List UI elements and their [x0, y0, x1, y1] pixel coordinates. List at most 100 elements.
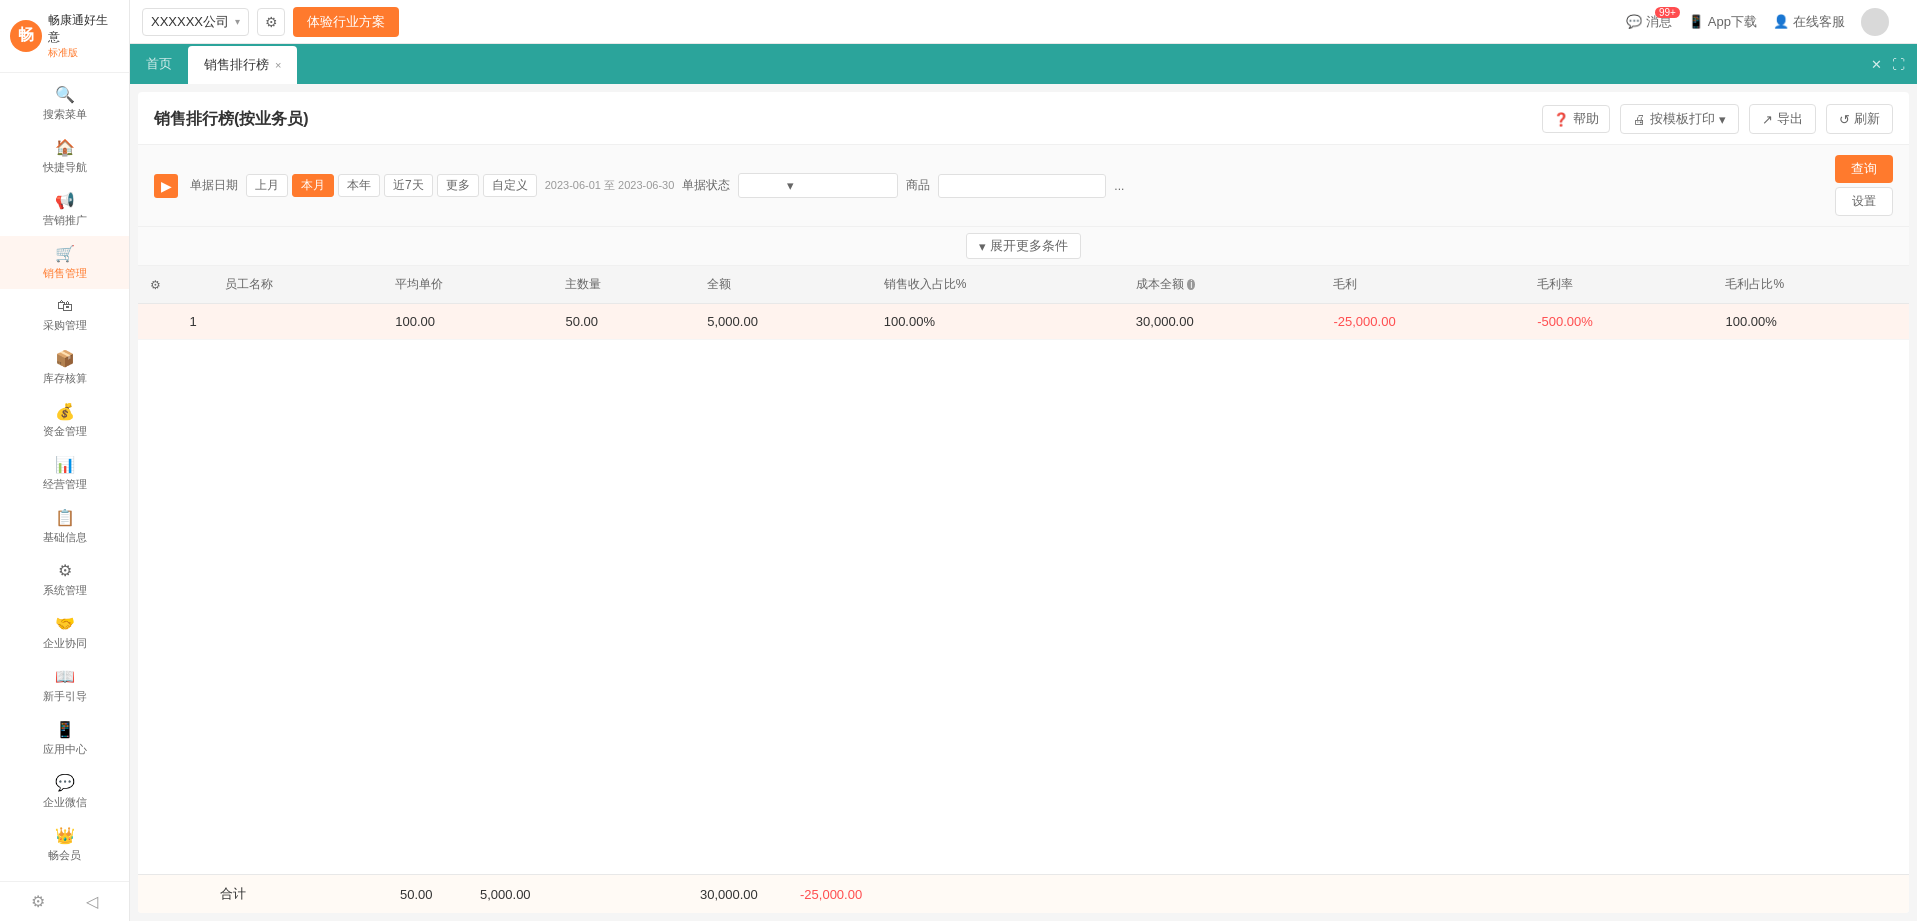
sidebar-label-finance: 资金管理 — [43, 424, 87, 439]
sidebar-item-appcenter[interactable]: 📱 应用中心 — [0, 712, 129, 765]
wechat-icon: 💬 — [55, 773, 75, 792]
expand-conditions-button[interactable]: ▾ 展开更多条件 — [966, 233, 1081, 259]
message-button[interactable]: 💬 99+ 消息 — [1626, 13, 1672, 31]
cell-profit: -25,000.00 — [1321, 304, 1525, 340]
help-button[interactable]: ❓ 帮助 — [1542, 105, 1610, 133]
appcenter-icon: 📱 — [55, 720, 75, 739]
query-button[interactable]: 查询 — [1835, 155, 1893, 183]
date-last-month-btn[interactable]: 上月 — [246, 174, 288, 197]
sidebar-menu: 🔍 搜索菜单 🏠 快捷导航 📢 营销推广 🛒 销售管理 🛍 采购管理 📦 库存核… — [0, 73, 129, 881]
sidebar-label-inventory: 库存核算 — [43, 371, 87, 386]
sidebar-item-marketing[interactable]: 📢 营销推广 — [0, 183, 129, 236]
export-button[interactable]: ↗ 导出 — [1749, 104, 1816, 134]
sidebar-item-guide[interactable]: 📖 新手引导 — [0, 659, 129, 712]
print-chevron-icon: ▾ — [1719, 112, 1726, 127]
sidebar-collapse-icon[interactable]: ◁ — [86, 892, 98, 911]
date-last7-btn[interactable]: 近7天 — [384, 174, 433, 197]
footer-main-qty: 50.00 — [400, 887, 433, 902]
refresh-label: 刷新 — [1854, 110, 1880, 128]
sidebar-item-basics[interactable]: 📋 基础信息 — [0, 500, 129, 553]
page-actions: ❓ 帮助 🖨 按模板打印 ▾ ↗ 导出 ↺ 刷新 — [1542, 104, 1893, 134]
cell-profit-rate: -500.00% — [1525, 304, 1713, 340]
message-badge: 99+ — [1655, 7, 1680, 18]
avatar[interactable] — [1861, 8, 1889, 36]
cell-avg-price: 100.00 — [383, 304, 553, 340]
sidebar-label-wechat: 企业微信 — [43, 795, 87, 810]
print-button[interactable]: 🖨 按模板打印 ▾ — [1620, 104, 1739, 134]
collab-icon: 🤝 — [55, 614, 75, 633]
search-icon: 🔍 — [55, 85, 75, 104]
sidebar-settings-icon[interactable]: ⚙ — [31, 892, 45, 911]
date-custom-btn[interactable]: 自定义 — [483, 174, 537, 197]
sidebar-item-purchase[interactable]: 🛍 采购管理 — [0, 289, 129, 341]
purchase-icon: 🛍 — [57, 297, 73, 315]
sidebar-item-search[interactable]: 🔍 搜索菜单 — [0, 77, 129, 130]
trial-button[interactable]: 体验行业方案 — [293, 7, 399, 37]
footer-profit: -25,000.00 — [800, 887, 862, 902]
app-download-button[interactable]: 📱 App下载 — [1688, 13, 1757, 31]
cell-profit-pct: 100.00% — [1713, 304, 1909, 340]
data-table: ⚙ 员工名称 平均单价 主数量 全额 销售收入占比% 成本全额 i 毛利 毛利率… — [138, 266, 1909, 340]
col-settings[interactable]: ⚙ — [138, 266, 173, 304]
message-icon: 💬 — [1626, 14, 1642, 29]
cell-cost-amount: 30,000.00 — [1124, 304, 1322, 340]
more-conditions-btn[interactable]: ... — [1114, 179, 1124, 193]
finance-icon: 💰 — [55, 402, 75, 421]
sidebar-item-member[interactable]: 👑 畅会员 — [0, 818, 129, 871]
window-expand-icon[interactable]: ⛶ — [1892, 57, 1905, 72]
download-icon: 📱 — [1688, 14, 1704, 29]
sidebar-item-quicknav[interactable]: 🏠 快捷导航 — [0, 130, 129, 183]
settings-gear-button[interactable]: ⚙ — [257, 8, 285, 36]
header-right: 💬 99+ 消息 📱 App下载 👤 在线客服 — [1626, 8, 1905, 36]
company-name: XXXXXX公司 — [151, 13, 229, 31]
date-this-year-btn[interactable]: 本年 — [338, 174, 380, 197]
sidebar-item-system[interactable]: ⚙ 系统管理 — [0, 553, 129, 606]
col-avg-price: 平均单价 — [383, 266, 553, 304]
online-service-label: 在线客服 — [1793, 13, 1845, 31]
cell-settings — [138, 304, 173, 340]
table-container: ⚙ 员工名称 平均单价 主数量 全额 销售收入占比% 成本全额 i 毛利 毛利率… — [138, 266, 1909, 874]
home-icon: 🏠 — [55, 138, 75, 157]
management-icon: 📊 — [55, 455, 75, 474]
sidebar-item-sales[interactable]: 🛒 销售管理 — [0, 236, 129, 289]
app-download-label: App下载 — [1708, 13, 1757, 31]
col-profit: 毛利 — [1321, 266, 1525, 304]
company-selector[interactable]: XXXXXX公司 ▾ — [142, 8, 249, 36]
filter-bar: ▶ 单据日期 上月 本月 本年 近7天 更多 自定义 2023-06-01 至 … — [138, 145, 1909, 227]
filter-expand-button[interactable]: ▶ — [154, 174, 178, 198]
online-service-button[interactable]: 👤 在线客服 — [1773, 13, 1845, 31]
date-group: 上月 本月 本年 近7天 更多 自定义 — [246, 174, 537, 197]
date-this-month-btn[interactable]: 本月 — [292, 174, 334, 197]
cell-main-qty: 50.00 — [553, 304, 695, 340]
filter-right-buttons: 查询 设置 — [1835, 155, 1893, 216]
cell-rank: 1 — [173, 304, 213, 340]
col-cost-amount: 成本全额 i — [1124, 266, 1322, 304]
sidebar-item-inventory[interactable]: 📦 库存核算 — [0, 341, 129, 394]
tab-home[interactable]: 首页 — [130, 44, 188, 84]
col-name: 员工名称 — [213, 266, 383, 304]
logo-icon: 畅 — [10, 20, 42, 52]
sidebar-item-management[interactable]: 📊 经营管理 — [0, 447, 129, 500]
date-range-text: 2023-06-01 至 2023-06-30 — [545, 178, 675, 193]
sidebar-item-collab[interactable]: 🤝 企业协同 — [0, 606, 129, 659]
sidebar-item-finance[interactable]: 💰 资金管理 — [0, 394, 129, 447]
settings-button[interactable]: 设置 — [1835, 187, 1893, 216]
col-profit-pct: 毛利占比% — [1713, 266, 1909, 304]
sidebar-item-wechat[interactable]: 💬 企业微信 — [0, 765, 129, 818]
tab-close-icon[interactable]: × — [275, 59, 281, 71]
sales-icon: 🛒 — [55, 244, 75, 263]
window-close-icon[interactable]: ✕ — [1871, 57, 1882, 72]
sidebar-label-system: 系统管理 — [43, 583, 87, 598]
tab-sales-ranking[interactable]: 销售排行榜 × — [188, 46, 297, 84]
col-profit-rate: 毛利率 — [1525, 266, 1713, 304]
status-label: 单据状态 — [682, 177, 730, 194]
guide-icon: 📖 — [55, 667, 75, 686]
refresh-button[interactable]: ↺ 刷新 — [1826, 104, 1893, 134]
date-more-btn[interactable]: 更多 — [437, 174, 479, 197]
sidebar-label-purchase: 采购管理 — [43, 318, 87, 333]
page-container: 销售排行榜(按业务员) ❓ 帮助 🖨 按模板打印 ▾ ↗ 导出 — [138, 92, 1909, 913]
sidebar-footer: ⚙ ◁ — [0, 881, 129, 921]
help-icon: ❓ — [1553, 112, 1569, 127]
goods-input[interactable] — [938, 174, 1106, 198]
status-select[interactable]: ▾ — [738, 173, 898, 198]
